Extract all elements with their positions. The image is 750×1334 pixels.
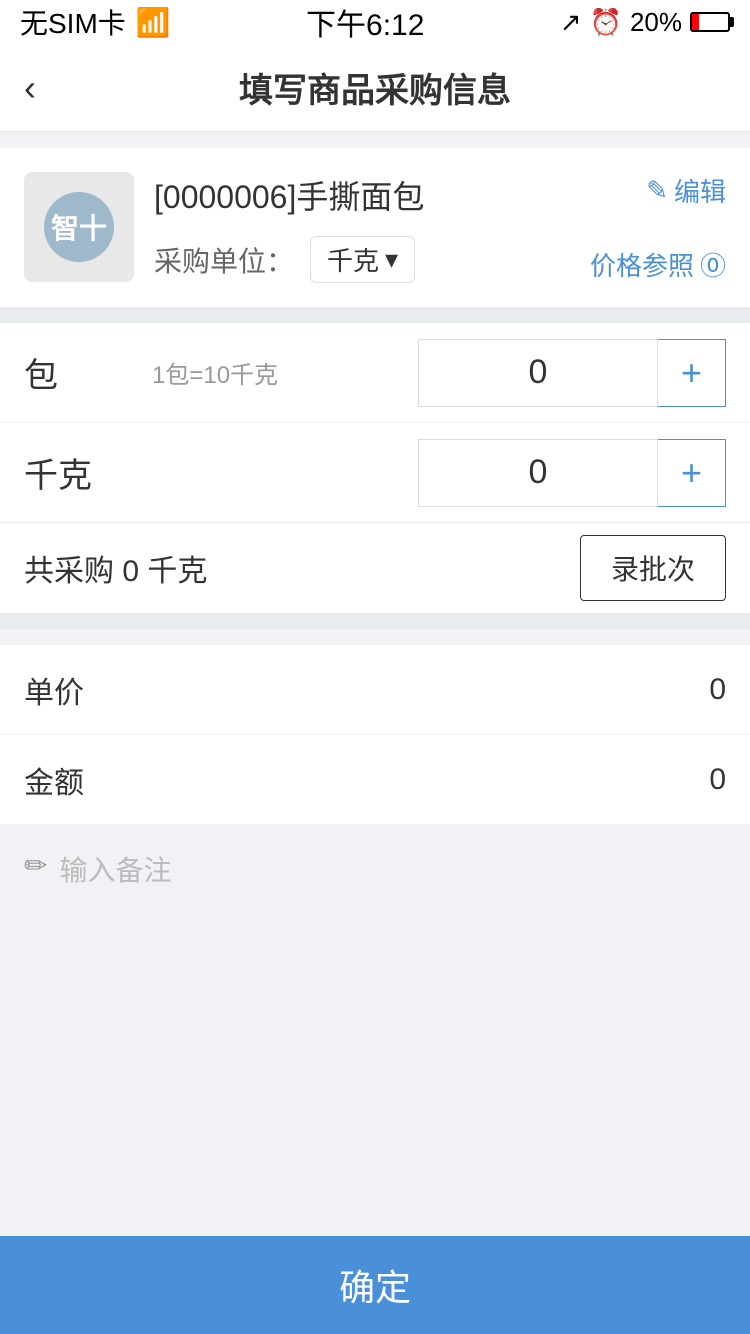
info-section: 单价 0 金额 0: [0, 645, 750, 825]
kg-input[interactable]: [418, 439, 658, 507]
amount-label: 金额: [24, 758, 84, 802]
unit-price-label: 单价: [24, 668, 84, 712]
batch-button[interactable]: 录批次: [580, 535, 726, 601]
input-section: 包 1包=10千克 + 千克 + 共采购 0 千克 录批次: [0, 323, 750, 613]
edit-label: 编辑: [674, 172, 726, 209]
help-icon: ⓪: [700, 246, 726, 283]
price-ref-button[interactable]: 价格参照 ⓪: [590, 246, 726, 283]
amount-row: 金额 0: [0, 735, 750, 825]
battery-percent: 20%: [630, 7, 682, 38]
status-bar: 无SIM卡 📶 下午6:12 ↗ ⏰ 20%: [0, 0, 750, 44]
status-time: 下午6:12: [306, 0, 424, 44]
unit-value: 千克: [327, 241, 379, 278]
battery-icon: [690, 12, 730, 32]
kg-input-row: 千克 +: [0, 423, 750, 523]
kg-plus-button[interactable]: +: [658, 439, 726, 507]
edit-icon: ✎: [646, 175, 668, 206]
kg-label: 千克: [24, 448, 144, 497]
confirm-label: 确定: [339, 1259, 411, 1311]
wifi-icon: 📶: [136, 6, 171, 39]
kg-input-right: +: [418, 439, 726, 507]
product-name: [0000006]手撕面包: [154, 172, 726, 218]
unit-price-row: 单价 0: [0, 645, 750, 735]
kg-plus-icon: +: [681, 452, 702, 494]
amount-value: 0: [709, 763, 726, 797]
location-icon: ↗: [560, 7, 582, 38]
product-image: 智十: [24, 172, 134, 282]
edit-button[interactable]: ✎ 编辑: [646, 172, 726, 209]
remark-icon: ✏: [24, 849, 47, 882]
unit-price-value: 0: [709, 673, 726, 707]
nav-bar: ‹ 填写商品采购信息: [0, 44, 750, 132]
summary-row: 共采购 0 千克 录批次: [0, 523, 750, 613]
package-plus-button[interactable]: +: [658, 339, 726, 407]
alarm-icon: ⏰: [590, 7, 622, 38]
price-ref-label: 价格参照: [590, 246, 694, 283]
package-input-row: 包 1包=10千克 +: [0, 323, 750, 423]
unit-label: 采购单位：: [154, 240, 294, 280]
package-label: 包: [24, 348, 144, 397]
package-input[interactable]: [418, 339, 658, 407]
chevron-down-icon: ▾: [385, 244, 398, 275]
product-card: 智十 [0000006]手撕面包 采购单位： 千克 ▾ ✎ 编辑 价格参照 ⓪: [0, 148, 750, 307]
page-title: 填写商品采购信息: [239, 63, 511, 112]
package-plus-icon: +: [681, 352, 702, 394]
unit-select[interactable]: 千克 ▾: [310, 236, 415, 283]
remark-input: 输入备注: [59, 849, 171, 889]
package-sublabel: 1包=10千克: [152, 355, 278, 390]
divider-1: [0, 307, 750, 323]
confirm-button[interactable]: 确定: [0, 1236, 750, 1334]
bottom-space: [0, 925, 750, 1225]
status-right: ↗ ⏰ 20%: [560, 7, 730, 38]
product-image-text: 智十: [44, 192, 114, 262]
carrier-label: 无SIM卡: [20, 2, 126, 42]
status-left: 无SIM卡 📶: [20, 2, 171, 42]
summary-text: 共采购 0 千克: [24, 546, 207, 590]
package-input-right: +: [418, 339, 726, 407]
remark-section[interactable]: ✏ 输入备注: [0, 825, 750, 925]
divider-2: [0, 613, 750, 629]
back-button[interactable]: ‹: [24, 67, 36, 109]
